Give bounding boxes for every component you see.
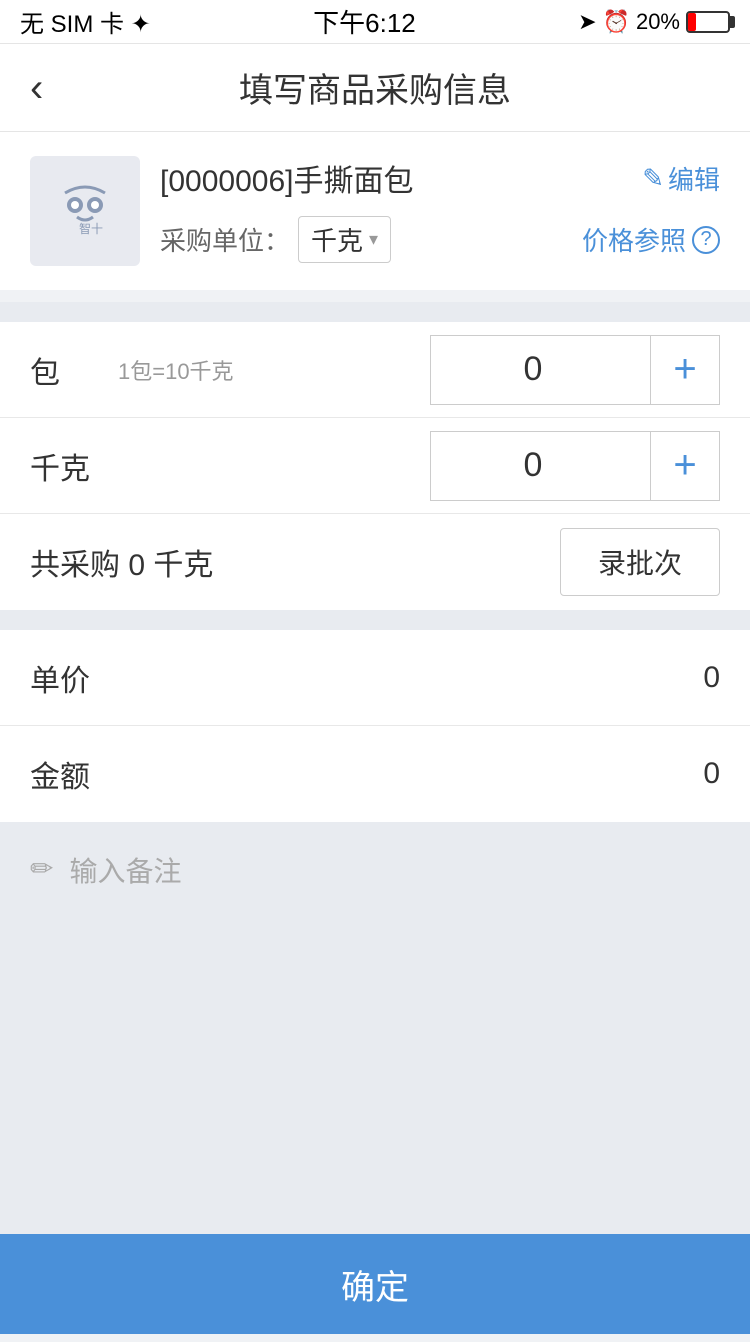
- product-name: [0000006]手撕面包: [160, 156, 413, 200]
- sim-label: 无 SIM 卡 ✦: [20, 4, 151, 39]
- product-card: 智十 [0000006]手撕面包 ✎ 编辑 采购单位： 千克 ▾ 价格参照: [0, 132, 750, 290]
- chevron-down-icon: ▾: [369, 229, 378, 250]
- kg-row: 千克 +: [0, 418, 750, 514]
- bao-plus-button[interactable]: +: [650, 335, 720, 405]
- battery-fill: [688, 13, 696, 31]
- total-text: 共采购 0 千克: [30, 540, 213, 584]
- nav-bar: ‹ 填写商品采购信息: [0, 44, 750, 132]
- help-icon: ?: [692, 226, 720, 254]
- status-right: ➤ ⏰ 20%: [578, 9, 730, 35]
- product-info: [0000006]手撕面包 ✎ 编辑 采购单位： 千克 ▾ 价格参照 ?: [160, 156, 720, 263]
- notes-section[interactable]: ✏ 输入备注: [0, 822, 750, 1242]
- purchase-unit-row: 采购单位： 千克 ▾ 价格参照 ?: [160, 216, 720, 263]
- edit-icon: ✎: [642, 163, 664, 194]
- bao-sub-label: 1包=10千克: [118, 354, 430, 386]
- product-logo: 智十: [55, 177, 115, 245]
- amount-value: 0: [703, 757, 720, 791]
- kg-label: 千克: [30, 444, 110, 488]
- total-quantity: 0: [128, 549, 145, 582]
- pencil-icon: ✏: [30, 852, 53, 885]
- bao-input[interactable]: [430, 335, 650, 405]
- product-name-row: [0000006]手撕面包 ✎ 编辑: [160, 156, 720, 200]
- input-section: 包 1包=10千克 + 千克 +: [0, 322, 750, 514]
- notes-placeholder: 输入备注: [69, 850, 181, 890]
- page-title: 填写商品采购信息: [239, 63, 511, 112]
- purchase-unit-label: 采购单位：: [160, 221, 290, 258]
- unit-price-value: 0: [703, 661, 720, 695]
- total-row: 共采购 0 千克 录批次: [0, 514, 750, 610]
- product-image: 智十: [30, 156, 140, 266]
- bao-label: 包: [30, 348, 110, 392]
- kg-plus-button[interactable]: +: [650, 431, 720, 501]
- bao-row: 包 1包=10千克 +: [0, 322, 750, 418]
- svg-text:智十: 智十: [79, 221, 103, 236]
- confirm-button[interactable]: 确定: [0, 1234, 750, 1334]
- price-section: 单价 0 金额 0: [0, 630, 750, 822]
- battery-icon: [686, 11, 730, 33]
- status-time: 下午6:12: [313, 3, 416, 40]
- status-bar: 无 SIM 卡 ✦ 下午6:12 ➤ ⏰ 20%: [0, 0, 750, 44]
- unit-price-row: 单价 0: [0, 630, 750, 726]
- location-icon: ➤: [578, 9, 596, 35]
- amount-label: 金额: [30, 752, 90, 796]
- kg-input-wrap: +: [430, 431, 720, 501]
- unit-select[interactable]: 千克 ▾: [298, 216, 391, 263]
- kg-input[interactable]: [430, 431, 650, 501]
- price-ref-button[interactable]: 价格参照 ?: [582, 221, 720, 258]
- amount-row: 金额 0: [0, 726, 750, 822]
- unit-price-label: 单价: [30, 656, 90, 700]
- alarm-icon: ⏰: [603, 9, 630, 35]
- status-left: 无 SIM 卡 ✦: [20, 4, 151, 39]
- section-divider-2: [0, 610, 750, 630]
- batch-button[interactable]: 录批次: [560, 528, 720, 596]
- unit-value: 千克: [311, 221, 363, 258]
- section-divider-1: [0, 302, 750, 322]
- battery-percent: 20%: [636, 9, 680, 35]
- bao-input-wrap: +: [430, 335, 720, 405]
- edit-button[interactable]: ✎ 编辑: [642, 160, 720, 197]
- back-button[interactable]: ‹: [30, 68, 43, 108]
